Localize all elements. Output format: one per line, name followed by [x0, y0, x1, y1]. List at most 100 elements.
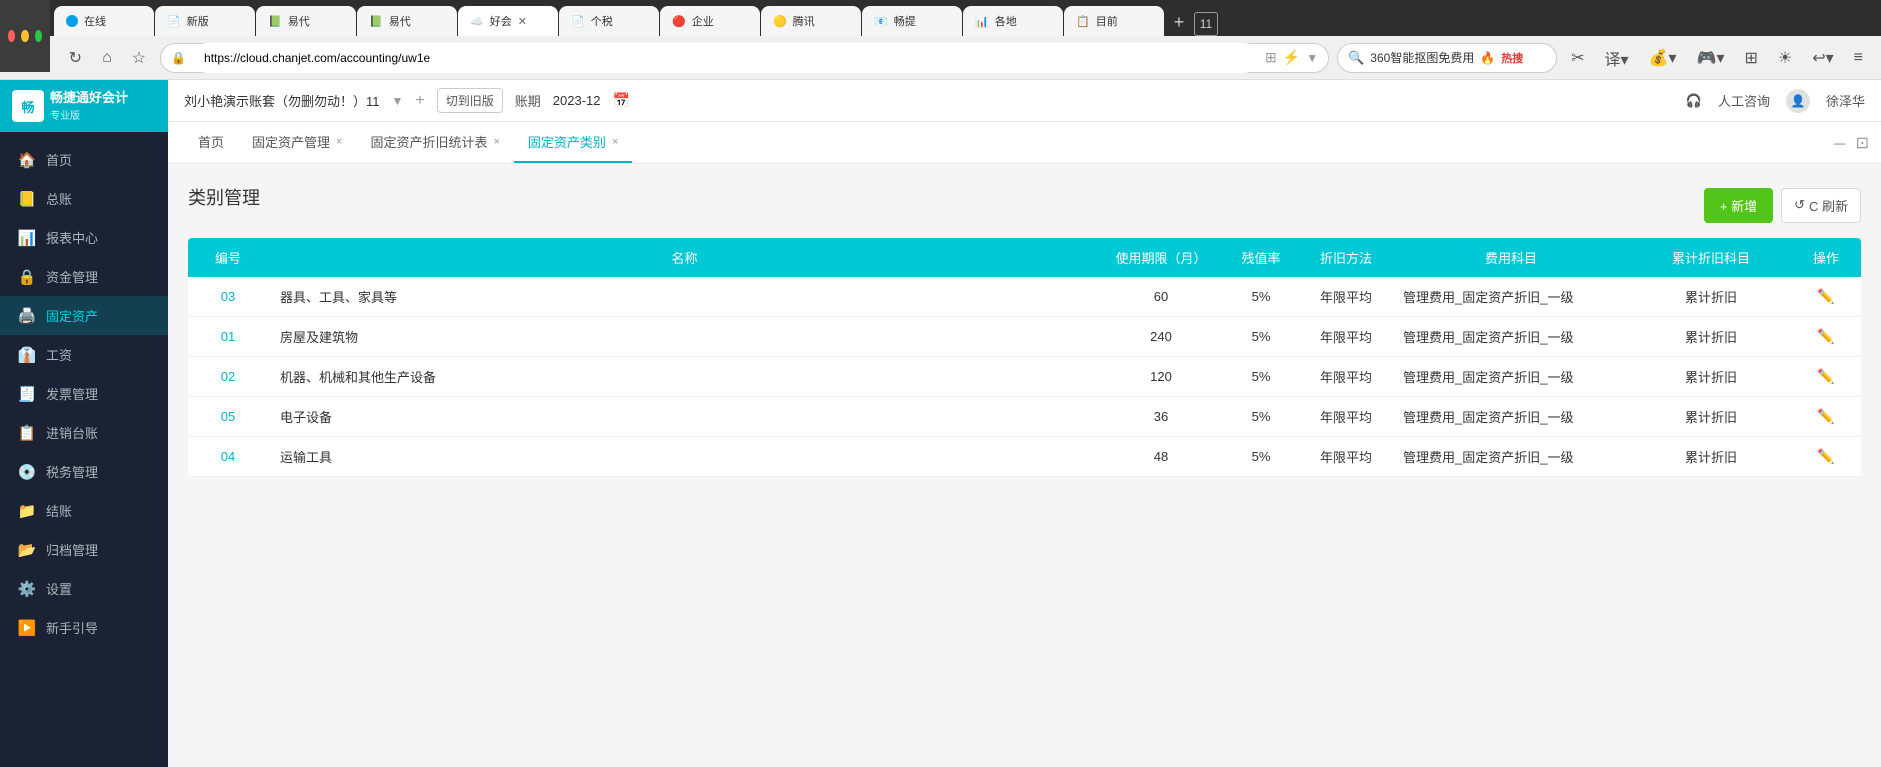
tab-homepage[interactable]: 首页: [184, 122, 238, 163]
wallet-button[interactable]: 💰▾: [1643, 44, 1683, 72]
sidebar-item-settings[interactable]: ⚙️ 设置: [0, 569, 168, 608]
col-id: 编号: [188, 238, 268, 277]
fixed-assets-icon: 🖨️: [18, 307, 36, 325]
cell-action-4[interactable]: ✏️: [1791, 437, 1861, 477]
reports-icon: 📊: [18, 229, 36, 247]
edit-icon-0[interactable]: ✏️: [1817, 288, 1834, 304]
cell-id-2: 02: [188, 357, 268, 397]
home-button[interactable]: ⌂: [96, 45, 118, 71]
sidebar-item-archive-label: 归档管理: [46, 540, 98, 559]
scissors-button[interactable]: ✂: [1565, 44, 1590, 72]
boost-icon[interactable]: ⚡: [1283, 49, 1300, 66]
sidebar-item-close-accounts[interactable]: 📁 结账: [0, 491, 168, 530]
tab-haohui[interactable]: ☁️ 好会 ✕: [458, 6, 558, 36]
table-row: 02 机器、机械和其他生产设备 120 5% 年限平均 管理费用_固定资产折旧_…: [188, 357, 1861, 397]
sidebar-item-funds[interactable]: 🔒 资金管理: [0, 257, 168, 296]
cell-residual-1: 5%: [1221, 317, 1301, 357]
switch-to-old-button[interactable]: 切到旧版: [437, 88, 503, 113]
edit-icon-3[interactable]: ✏️: [1817, 408, 1834, 424]
expand-content-button[interactable]: ⊡: [1856, 131, 1869, 155]
table-body: 03 器具、工具、家具等 60 5% 年限平均 管理费用_固定资产折旧_一级 累…: [188, 277, 1861, 477]
minimize-content-button[interactable]: －: [1832, 131, 1848, 155]
col-accumulated: 累计折旧科目: [1631, 238, 1791, 277]
tab-geshui[interactable]: 📄 个税: [559, 6, 659, 36]
user-name: 徐泽华: [1826, 91, 1865, 110]
sidebar-item-tax-label: 税务管理: [46, 462, 98, 481]
account-name: 刘小艳演示账套（勿删勿动！）11: [184, 91, 380, 110]
logo-title: 畅捷通好会计: [50, 90, 128, 107]
sun-button[interactable]: ☀: [1772, 44, 1798, 72]
address-input[interactable]: [192, 43, 1259, 73]
tab-qiye[interactable]: 🔴 企业: [660, 6, 760, 36]
sidebar-item-fixed-assets[interactable]: 🖨️ 固定资产: [0, 296, 168, 335]
sidebar-item-guide[interactable]: ▶️ 新手引导: [0, 608, 168, 647]
cell-action-3[interactable]: ✏️: [1791, 397, 1861, 437]
cell-residual-4: 5%: [1221, 437, 1301, 477]
cell-action-2[interactable]: ✏️: [1791, 357, 1861, 397]
tab-gedi[interactable]: 📊 各地: [963, 6, 1063, 36]
support-label[interactable]: 人工咨询: [1718, 91, 1770, 110]
site-info-icon[interactable]: ⊞: [1265, 49, 1277, 66]
dropdown-icon[interactable]: ▼: [1306, 51, 1318, 65]
tab-fixed-assets-manage[interactable]: 固定资产管理 ×: [238, 122, 356, 163]
tab-depreciation-table[interactable]: 固定资产折旧统计表 ×: [356, 122, 513, 163]
sidebar-item-archive[interactable]: 📂 归档管理: [0, 530, 168, 569]
translate-button[interactable]: 译▾: [1599, 42, 1635, 74]
salary-icon: 👔: [18, 346, 36, 364]
tab-zaixian[interactable]: 在线: [54, 6, 154, 36]
tab-muqian[interactable]: 📋 目前: [1064, 6, 1164, 36]
cell-action-0[interactable]: ✏️: [1791, 277, 1861, 317]
new-tab-button[interactable]: +: [1165, 8, 1193, 36]
tab-xinban[interactable]: 📄 新版: [155, 6, 255, 36]
account-dropdown-icon[interactable]: ▼: [392, 94, 404, 108]
tab-yidai2[interactable]: 📗 易代: [357, 6, 457, 36]
calendar-icon[interactable]: 📅: [612, 92, 629, 109]
tab-close-depreciation-table[interactable]: ×: [493, 136, 499, 148]
sidebar-item-invoice[interactable]: 🧾 发票管理: [0, 374, 168, 413]
sidebar-item-reports-label: 报表中心: [46, 228, 98, 247]
page-title: 类别管理: [188, 184, 260, 210]
data-table: 编号 名称 使用期限（月） 残值率 折旧方法 费用科目 累计折旧科目 操作 03…: [188, 238, 1861, 477]
tab-yidai1[interactable]: 📗 易代: [256, 6, 356, 36]
table-row: 01 房屋及建筑物 240 5% 年限平均 管理费用_固定资产折旧_一级 累计折…: [188, 317, 1861, 357]
add-account-button[interactable]: +: [415, 92, 424, 110]
edit-icon-4[interactable]: ✏️: [1817, 448, 1834, 464]
settings-icon: ⚙️: [18, 580, 36, 598]
tab-close-haohui[interactable]: ✕: [518, 15, 527, 28]
menu-button[interactable]: ≡: [1848, 45, 1869, 71]
sidebar-item-settings-label: 设置: [46, 579, 72, 598]
col-months: 使用期限（月）: [1101, 238, 1221, 277]
tab-asset-category[interactable]: 固定资产类别 ×: [514, 122, 632, 163]
edit-icon-1[interactable]: ✏️: [1817, 328, 1834, 344]
archive-icon: 📂: [18, 541, 36, 559]
bookmark-button[interactable]: ☆: [126, 44, 152, 72]
browser-tabs: 在线 📄 新版 📗 易代 📗 易代 ☁️ 好会 ✕ 📄 个税 🔴 企业 🟡: [0, 0, 1881, 36]
tab-changti[interactable]: 📧 畅提: [862, 6, 962, 36]
undo-button[interactable]: ↩▾: [1806, 44, 1839, 72]
sidebar-item-home[interactable]: 🏠 首页: [0, 140, 168, 179]
col-name: 名称: [268, 238, 1101, 277]
refresh-button[interactable]: ↺ C 刷新: [1781, 188, 1861, 223]
tab-close-asset-category[interactable]: ×: [612, 136, 618, 148]
new-button[interactable]: + 新增: [1704, 188, 1773, 223]
grid-button[interactable]: ⊞: [1738, 44, 1763, 72]
sidebar-item-purchase[interactable]: 📋 进销台账: [0, 413, 168, 452]
games-button[interactable]: 🎮▾: [1691, 44, 1731, 72]
guide-icon: ▶️: [18, 619, 36, 637]
cell-name-4: 运输工具: [268, 437, 1101, 477]
cell-expense-3: 管理费用_固定资产折旧_一级: [1391, 397, 1631, 437]
tab-tengxun[interactable]: 🟡 腾讯: [761, 6, 861, 36]
tab-close-fixed-assets-manage[interactable]: ×: [336, 136, 342, 148]
content-header: 类别管理 + 新增 ↺ C 刷新: [188, 184, 1861, 226]
sidebar-item-ledger[interactable]: 📒 总账: [0, 179, 168, 218]
edit-icon-2[interactable]: ✏️: [1817, 368, 1834, 384]
sidebar-item-salary[interactable]: 👔 工资: [0, 335, 168, 374]
main-content: 类别管理 + 新增 ↺ C 刷新 编号 名称 使用期限（月） 残值率: [168, 164, 1881, 767]
reload-button[interactable]: ↻: [63, 44, 88, 72]
tab-count-badge[interactable]: 11: [1194, 12, 1218, 36]
funds-icon: 🔒: [18, 268, 36, 286]
sidebar-item-reports[interactable]: 📊 报表中心: [0, 218, 168, 257]
cell-action-1[interactable]: ✏️: [1791, 317, 1861, 357]
search-icon: 🔍: [1348, 50, 1364, 66]
sidebar-item-tax[interactable]: 💿 税务管理: [0, 452, 168, 491]
